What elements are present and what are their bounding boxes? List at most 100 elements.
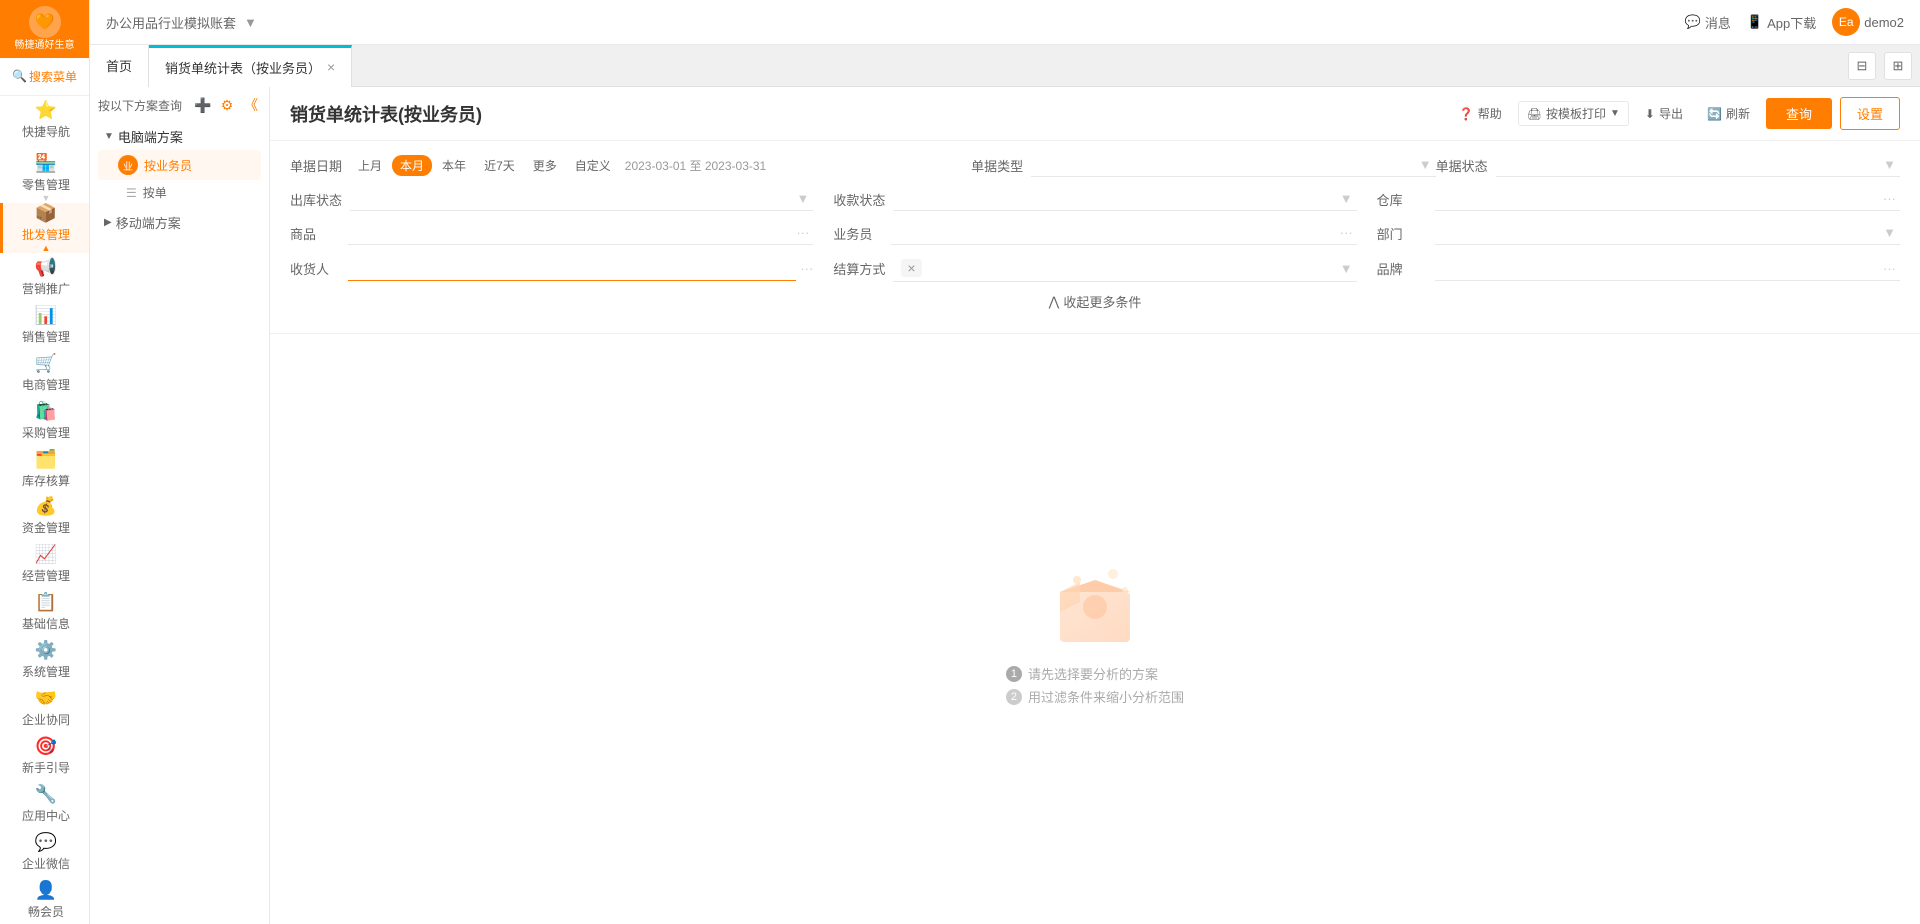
export-icon: ⬇ (1645, 107, 1655, 121)
add-plan-button[interactable]: ➕ (193, 95, 213, 115)
tab-expand-button[interactable]: ⊞ (1884, 52, 1912, 80)
filter-row-3: 商品 ··· 业务员 ··· 部门 (290, 221, 1900, 245)
sidebar-item-label-basic-info: 基础信息 (22, 615, 70, 632)
sidebar-item-ecom[interactable]: 🛒 电商管理 (0, 349, 90, 397)
brand-input[interactable]: ··· (1435, 257, 1900, 281)
mobile-plan-group[interactable]: ▶ 移动端方案 (98, 209, 261, 236)
empty-illustration (1035, 552, 1155, 652)
message-button[interactable]: 💬 消息 (1685, 13, 1731, 32)
payment-dropdown[interactable]: × ▼ (893, 255, 1356, 282)
restore-icon: ⊟ (1857, 58, 1868, 74)
sidebar-item-inventory[interactable]: 🗂️ 库存核算 (0, 445, 90, 493)
date-tab-this-month[interactable]: 本月 (392, 155, 432, 176)
receiver-input[interactable] (348, 257, 796, 281)
sidebar-item-newbie[interactable]: 🎯 新手引导 (0, 732, 90, 780)
pc-plan-group-title[interactable]: ▼ 电脑端方案 (98, 123, 261, 150)
goods-input[interactable]: ··· (348, 221, 813, 245)
bill-type-chevron: ▼ (1419, 157, 1432, 172)
settings-plan-button[interactable]: ⚙ (217, 95, 237, 115)
phone-icon: 📱 (1747, 14, 1763, 30)
filter-item-department: 部门 ▼ (1377, 221, 1900, 245)
bill-type-dropdown[interactable]: ▼ (1031, 153, 1435, 177)
sidebar-item-quick-nav[interactable]: ⭐ 快捷导航 (0, 96, 90, 144)
print-dropdown-icon: ▼ (1610, 108, 1620, 119)
collapse-button[interactable]: ⋀ 收起更多条件 (1029, 286, 1162, 317)
filter-item-receiver: 收货人 ··· (290, 257, 813, 281)
tab-sales-report[interactable]: 销货单统计表（按业务员） × (149, 45, 352, 87)
print-button[interactable]: 🖨 按模板打印 ▼ (1518, 101, 1629, 126)
receiver-ellipsis: ··· (800, 261, 813, 276)
export-button[interactable]: ⬇ 导出 (1637, 102, 1691, 125)
sidebar-item-label-wechat: 企业微信 (22, 855, 70, 872)
sidebar-item-system[interactable]: ⚙️ 系统管理 (0, 636, 90, 684)
sidebar-item-label-appcenter: 应用中心 (22, 807, 70, 824)
sidebar-item-sales[interactable]: 📊 销售管理 (0, 301, 90, 349)
date-tab-custom[interactable]: 自定义 (567, 155, 619, 176)
left-panel-header: 按以下方案查询 ➕ ⚙ 《 (98, 95, 261, 115)
date-tab-more[interactable]: 更多 (525, 155, 565, 176)
tab-home[interactable]: 首页 (90, 45, 149, 87)
receive-status-dropdown[interactable]: ▼ (893, 187, 1356, 211)
sidebar-item-label-member: 畅会员 (28, 903, 64, 920)
tab-restore-button[interactable]: ⊟ (1848, 52, 1876, 80)
refresh-label: 刷新 (1726, 105, 1750, 122)
app-download-button[interactable]: 📱 App下载 (1747, 13, 1816, 32)
sidebar-item-basic-info[interactable]: 📋 基础信息 (0, 588, 90, 636)
date-tab-this-year[interactable]: 本年 (434, 155, 474, 176)
warehouse-input[interactable]: ··· (1435, 187, 1900, 211)
search-icon: 🔍 (12, 69, 27, 83)
date-tab-last-month[interactable]: 上月 (350, 155, 390, 176)
left-panel: 按以下方案查询 ➕ ⚙ 《 ▼ 电脑端方案 (90, 87, 270, 924)
collapse-panel-button[interactable]: 《 (241, 95, 261, 115)
page-actions: ❓ 帮助 🖨 按模板打印 ▼ ⬇ 导出 🔄 刷新 (1451, 97, 1900, 130)
sidebar-item-operations[interactable]: 📈 经营管理 (0, 540, 90, 588)
topbar-right: 💬 消息 📱 App下载 Ea demo2 (1685, 8, 1904, 36)
sidebar-logo[interactable]: 🧡 畅捷通好生意 (0, 0, 90, 58)
sidebar-search[interactable]: 🔍 搜索菜单 (0, 58, 90, 96)
sidebar-item-collab[interactable]: 🤝 企业协同 (0, 684, 90, 732)
sidebar-item-wholesale[interactable]: 📦 批发管理 ▲ (0, 203, 90, 253)
sidebar-item-label-purchase: 采购管理 (22, 424, 70, 441)
marketing-icon: 📢 (35, 257, 57, 278)
collapse-label: 收起更多条件 (1063, 292, 1141, 311)
sidebar-item-appcenter[interactable]: 🔧 应用中心 (0, 780, 90, 828)
sidebar-item-wechat[interactable]: 💬 企业微信 (0, 828, 90, 876)
payment-tag-close[interactable]: × (907, 260, 915, 276)
bill-type-label: 单据类型 (971, 156, 1023, 175)
sidebar-item-finance[interactable]: 💰 资金管理 (0, 493, 90, 541)
sidebar-item-label-newbie: 新手引导 (22, 759, 70, 776)
salesman-input[interactable]: ··· (891, 221, 1356, 245)
breadcrumb-dropdown-icon[interactable]: ▼ (244, 15, 257, 30)
topbar: 办公用品行业模拟账套 ▼ 💬 消息 📱 App下载 Ea demo2 (90, 0, 1920, 45)
department-dropdown[interactable]: ▼ (1435, 221, 1900, 245)
sidebar-item-label-marketing: 营销推广 (22, 280, 70, 297)
plan-item-salesman[interactable]: 业 按业务员 (98, 150, 261, 180)
out-status-dropdown[interactable]: ▼ (350, 187, 813, 211)
payment-tag: × (901, 259, 921, 277)
collapse-icon: 《 (244, 95, 258, 115)
bill-status-dropdown[interactable]: ▼ (1496, 153, 1900, 177)
collapse-up-icon: ⋀ (1049, 294, 1060, 310)
basic-info-icon: 📋 (35, 592, 57, 613)
logo-text: 畅捷通好生意 (15, 40, 75, 52)
help-button[interactable]: ❓ 帮助 (1451, 102, 1510, 125)
sidebar-item-retail[interactable]: 🏪 零售管理 ▼ (0, 153, 90, 203)
query-button[interactable]: 查询 (1766, 98, 1832, 129)
filter-row-1: 单据日期 上月 本月 本年 近7天 更多 自定义 2023-03-01 至 20… (290, 153, 1900, 177)
sidebar-item-label-operations: 经营管理 (22, 567, 70, 584)
app-download-label: App下载 (1767, 13, 1816, 32)
goods-ellipsis: ··· (796, 225, 809, 240)
user-menu[interactable]: Ea demo2 (1832, 8, 1904, 36)
plan-item-bill[interactable]: ☰ 按单 (98, 180, 261, 205)
sidebar-item-purchase[interactable]: 🛍️ 采购管理 (0, 397, 90, 445)
tab-close-button[interactable]: × (327, 59, 335, 75)
sidebar-item-label-quicknav: 快捷导航 (22, 123, 70, 140)
refresh-button[interactable]: 🔄 刷新 (1699, 102, 1758, 125)
warehouse-ellipsis: ··· (1883, 191, 1896, 206)
date-tab-7days[interactable]: 近7天 (476, 155, 523, 176)
salesman-ellipsis: ··· (1340, 225, 1353, 240)
left-panel-icons: ➕ ⚙ 《 (193, 95, 261, 115)
sidebar-item-marketing[interactable]: 📢 营销推广 (0, 253, 90, 301)
sidebar-item-member[interactable]: 👤 畅会员 (0, 876, 90, 924)
setting-button[interactable]: 设置 (1840, 97, 1900, 130)
